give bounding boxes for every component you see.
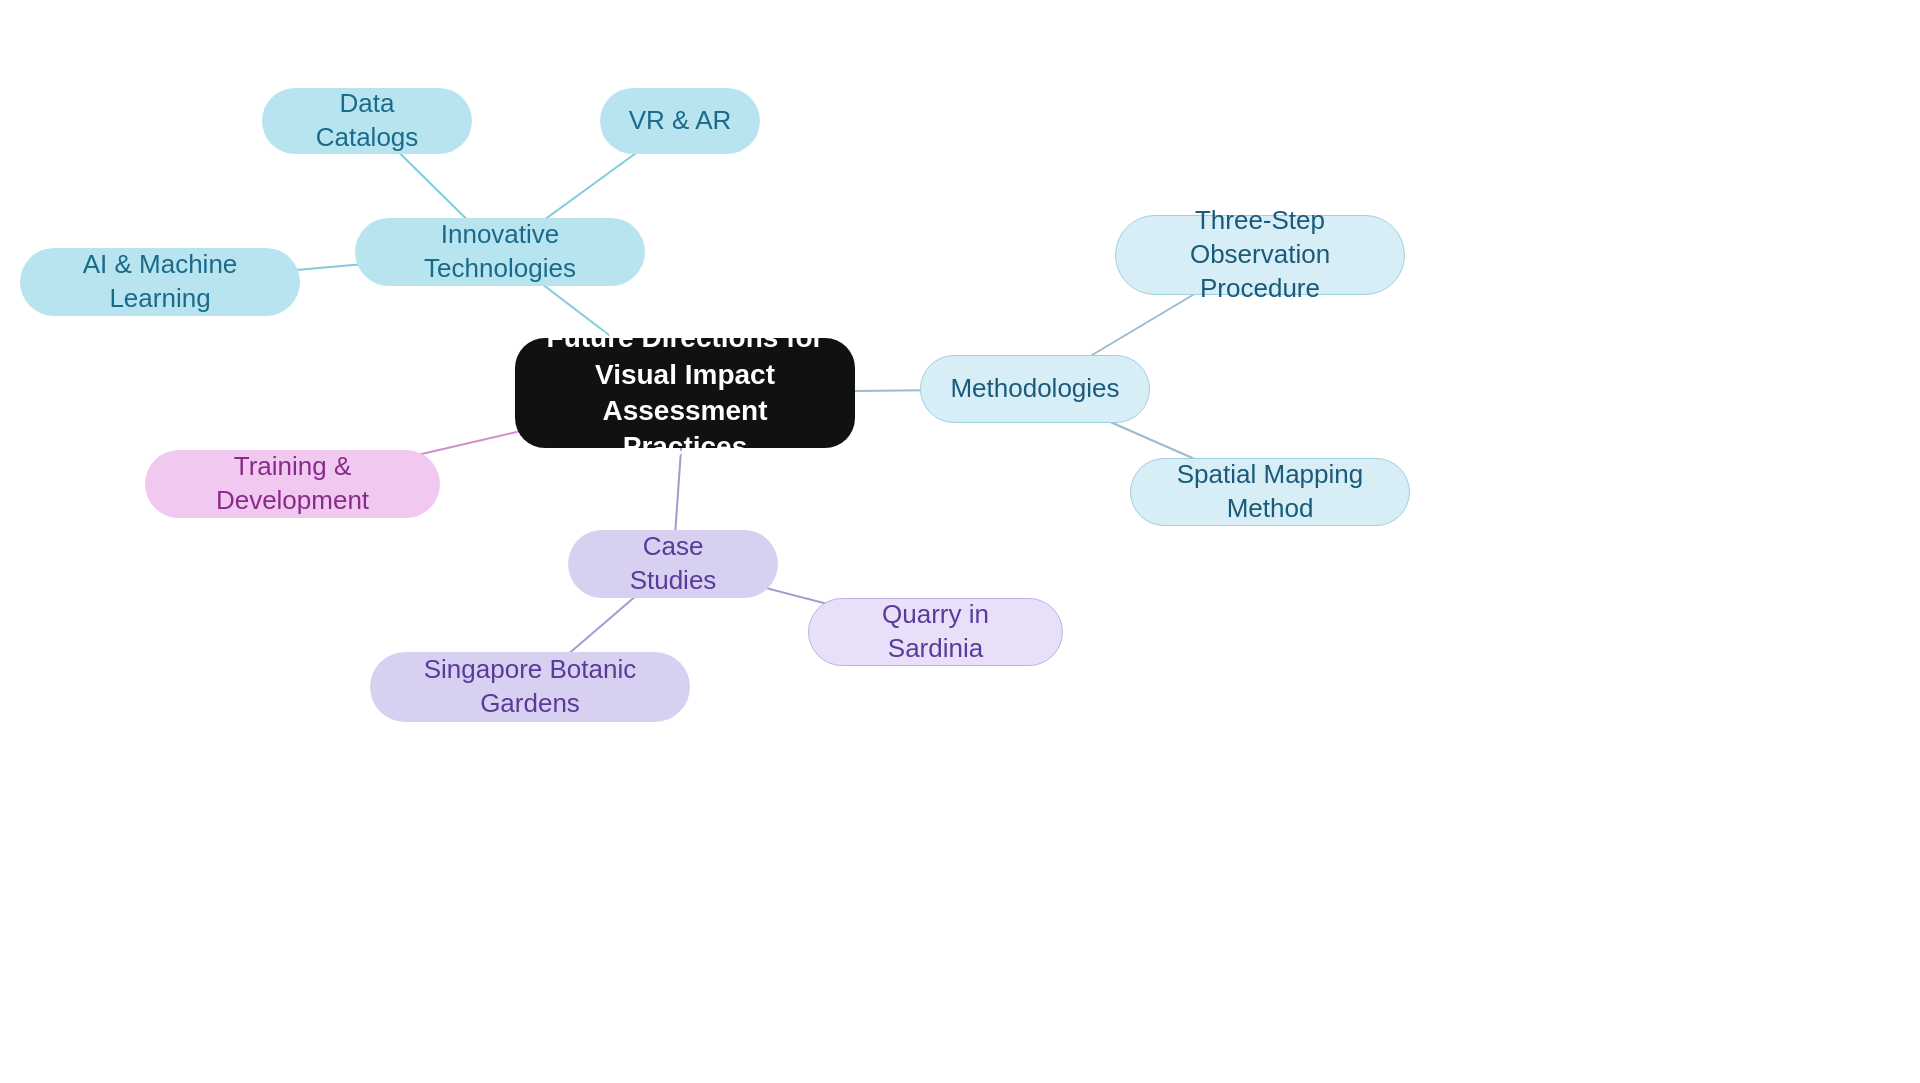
three-step-label: Three-Step Observation Procedure [1144, 204, 1376, 305]
vr-ar-node: VR & AR [600, 88, 760, 154]
vr-ar-label: VR & AR [629, 104, 732, 138]
singapore-label: Singapore Botanic Gardens [398, 653, 662, 721]
data-catalogs-label: Data Catalogs [290, 87, 444, 155]
quarry-node: Quarry in Sardinia [808, 598, 1063, 666]
innovative-tech-label: Innovative Technologies [383, 218, 617, 286]
spatial-mapping-label: Spatial Mapping Method [1159, 458, 1381, 526]
ai-ml-node: AI & Machine Learning [20, 248, 300, 316]
quarry-label: Quarry in Sardinia [837, 598, 1034, 666]
center-node: Future Directions for Visual Impact Asse… [515, 338, 855, 448]
training-node: Training & Development [145, 450, 440, 518]
center-label: Future Directions for Visual Impact Asse… [543, 320, 827, 466]
training-label: Training & Development [173, 450, 412, 518]
methodologies-label: Methodologies [950, 372, 1119, 406]
spatial-mapping-node: Spatial Mapping Method [1130, 458, 1410, 526]
case-studies-label: Case Studies [596, 530, 750, 598]
ai-ml-label: AI & Machine Learning [48, 248, 272, 316]
case-studies-node: Case Studies [568, 530, 778, 598]
singapore-node: Singapore Botanic Gardens [370, 652, 690, 722]
data-catalogs-node: Data Catalogs [262, 88, 472, 154]
innovative-tech-node: Innovative Technologies [355, 218, 645, 286]
three-step-node: Three-Step Observation Procedure [1115, 215, 1405, 295]
methodologies-node: Methodologies [920, 355, 1150, 423]
